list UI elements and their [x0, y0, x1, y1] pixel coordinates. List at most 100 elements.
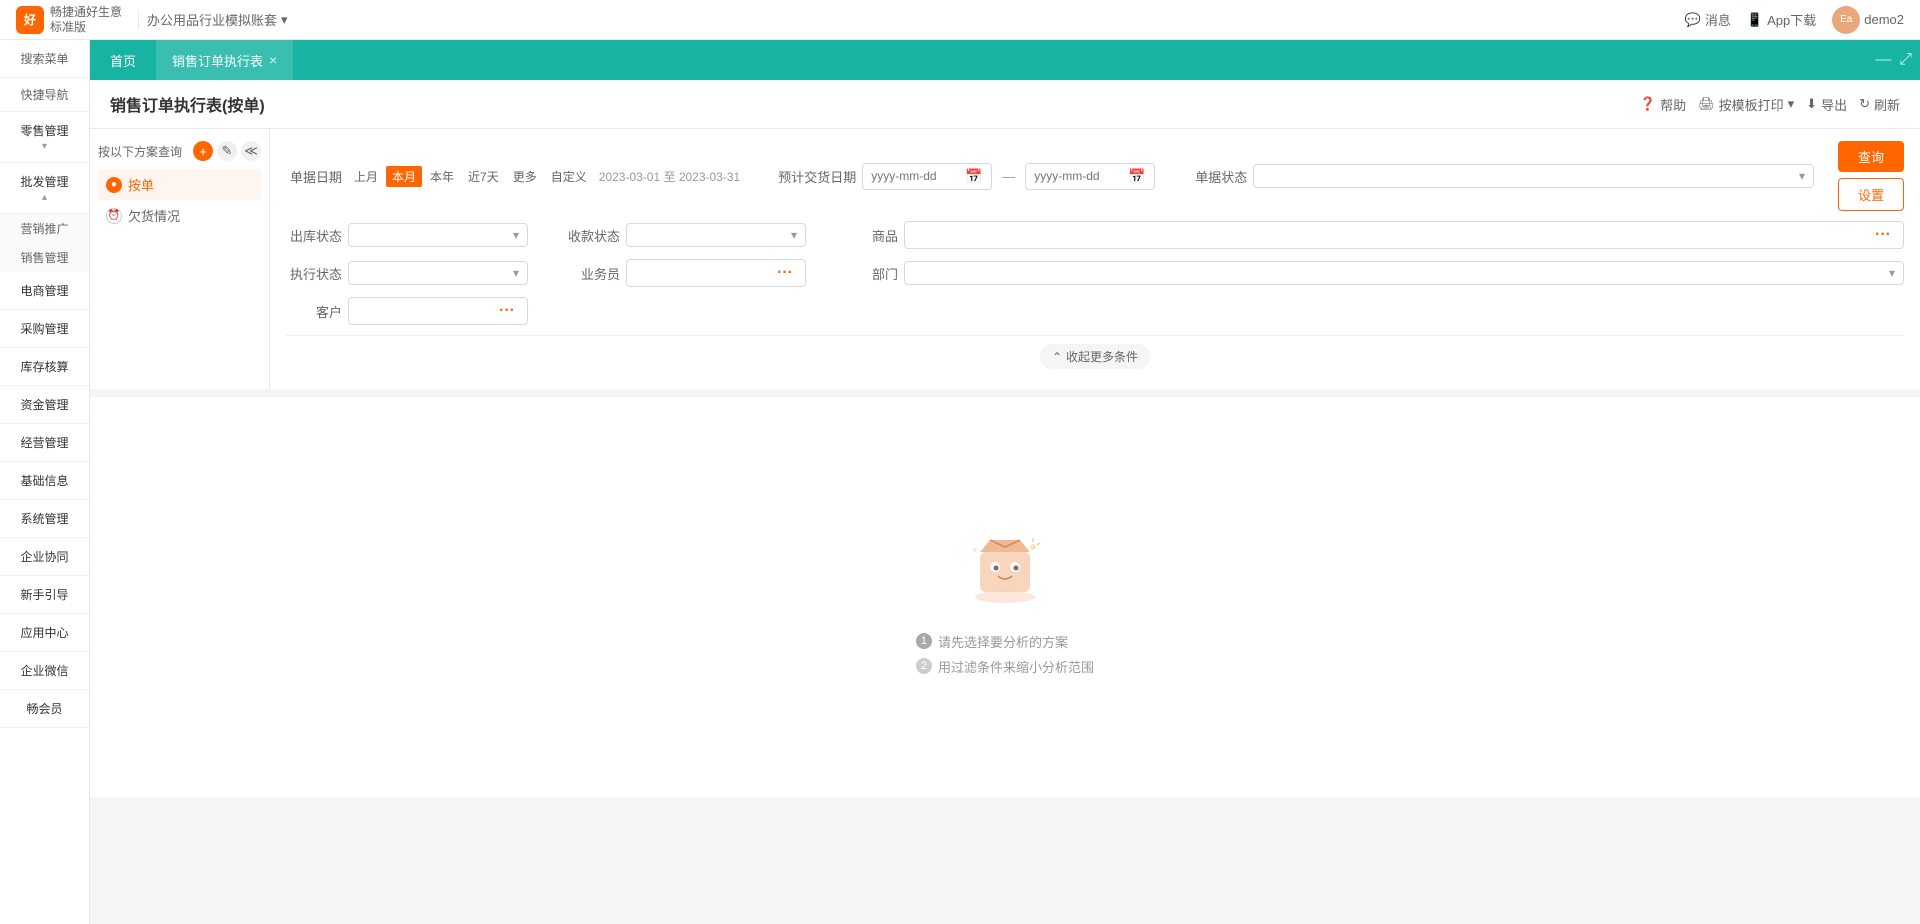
sidebar-item-wechat[interactable]: 企业微信	[0, 652, 89, 690]
product-select[interactable]: ···	[904, 221, 1904, 249]
download-icon: 📱	[1747, 12, 1763, 28]
date-tab-this-year[interactable]: 本年	[424, 166, 460, 187]
sidebar-item-wholesale[interactable]: 批发管理 ▴	[0, 163, 89, 214]
scheme-add-btn[interactable]: +	[193, 141, 213, 161]
chevron-down-icon: ▾	[281, 12, 288, 28]
product-label: 商品	[842, 226, 898, 245]
sidebar-item-basic[interactable]: 基础信息	[0, 462, 89, 500]
sidebar-item-enterprise[interactable]: 企业协同	[0, 538, 89, 576]
sidebar-item-member[interactable]: 畅会员	[0, 690, 89, 728]
sidebar-item-sales[interactable]: 销售管理	[0, 243, 89, 272]
exec-status-chevron: ▾	[513, 266, 519, 280]
date-tab-more[interactable]: 更多	[507, 166, 543, 187]
tab-active[interactable]: 销售订单执行表 ×	[156, 40, 293, 80]
date-to-input-wrap[interactable]: 📅	[1025, 163, 1155, 190]
active-tab-label: 销售订单执行表	[172, 51, 263, 70]
product-dots-icon[interactable]: ···	[1871, 226, 1895, 244]
tabbar: 首页 销售订单执行表 × — ⤢	[90, 40, 1920, 80]
filter-group-dept: 部门 ▾	[842, 261, 1904, 285]
dept-select[interactable]: ▾	[904, 261, 1904, 285]
print-chevron-icon: ▾	[1788, 96, 1795, 112]
user-profile[interactable]: Ea demo2	[1832, 6, 1904, 34]
date-to-input[interactable]	[1034, 169, 1124, 183]
print-icon: 🖨	[1698, 96, 1715, 112]
sidebar-item-appcenter[interactable]: 应用中心	[0, 614, 89, 652]
page-header-actions: ❓ 帮助 🖨 按模板打印 ▾ ⬇ 导出 ↻ 刷新	[1640, 95, 1900, 114]
date-label: 单据日期	[286, 167, 342, 186]
date-tab-this-month[interactable]: 本月	[386, 166, 422, 187]
date-from-input-wrap[interactable]: 📅	[862, 163, 992, 190]
sidebar-item-retail[interactable]: 零售管理 ▾	[0, 112, 89, 163]
filter-row-3: 执行状态 ▾ 业务员 ···	[286, 259, 1904, 287]
sidebar-item-finance[interactable]: 资金管理	[0, 386, 89, 424]
export-btn[interactable]: ⬇ 导出	[1806, 95, 1847, 114]
help-icon: ❓	[1640, 96, 1656, 112]
sidebar-item-purchase[interactable]: 采购管理	[0, 310, 89, 348]
setting-btn[interactable]: 设置	[1838, 178, 1904, 211]
refresh-btn[interactable]: ↻ 刷新	[1859, 95, 1900, 114]
sidebar-item-system[interactable]: 系统管理	[0, 500, 89, 538]
topbar: 好 畅捷通好生意 标准版 办公用品行业模拟账套 ▾ 💬 消息 📱 App下载 E…	[0, 0, 1920, 40]
filter-group-expected-date: 预计交货日期 📅 — 📅	[776, 163, 1155, 190]
exec-status-select[interactable]: ▾	[348, 261, 528, 285]
filter-group-exec-status: 执行状态 ▾	[286, 261, 528, 285]
filter-group-out-status: 出库状态 ▾	[286, 223, 528, 247]
scheme-dot-icon: ●	[106, 177, 122, 193]
customer-dots-icon[interactable]: ···	[495, 302, 519, 320]
export-icon: ⬇	[1806, 96, 1817, 112]
help-btn[interactable]: ❓ 帮助	[1640, 95, 1686, 114]
date-tab-custom[interactable]: 自定义	[545, 166, 593, 187]
app-download-btn[interactable]: 📱 App下载	[1747, 10, 1816, 29]
out-status-select[interactable]: ▾	[348, 223, 528, 247]
filter-group-salesman: 业务员 ···	[564, 259, 806, 287]
expand-icon-retail: ▾	[42, 141, 47, 152]
tab-close-btn[interactable]: ×	[269, 52, 277, 68]
print-btn[interactable]: 🖨 按模板打印 ▾	[1698, 95, 1794, 114]
status-label: 单据状态	[1191, 167, 1247, 186]
customer-label: 客户	[286, 302, 342, 321]
message-btn[interactable]: 💬 消息	[1685, 10, 1731, 29]
customer-select[interactable]: ···	[348, 297, 528, 325]
page-header: 销售订单执行表(按单) ❓ 帮助 🖨 按模板打印 ▾ ⬇ 导出	[90, 80, 1920, 129]
tab-minimize-btn[interactable]: —	[1875, 51, 1891, 69]
empty-tips: 1 请先选择要分析的方案 2 用过滤条件来缩小分析范围	[916, 632, 1094, 682]
sidebar-item-marketing[interactable]: 营销推广	[0, 214, 89, 243]
collapse-btn[interactable]: ⌃ 收起更多条件	[1040, 344, 1150, 369]
logo-text: 畅捷通好生意 标准版	[50, 5, 122, 34]
sidebar-item-newbie[interactable]: 新手引导	[0, 576, 89, 614]
scheme-edit-btn[interactable]: ✎	[217, 141, 237, 161]
sidebar-item-inventory[interactable]: 库存核算	[0, 348, 89, 386]
sidebar-item-ecommerce[interactable]: 电商管理	[0, 272, 89, 310]
empty-tip-2: 2 用过滤条件来缩小分析范围	[916, 657, 1094, 676]
clock-icon: ⏰	[106, 208, 122, 224]
scheme-item-by-order[interactable]: ● 按单	[98, 169, 261, 200]
collapse-arrow-icon: ⌃	[1052, 350, 1062, 364]
page-selector[interactable]: 办公用品行业模拟账套 ▾	[138, 10, 296, 29]
scheme-item-by-debt[interactable]: ⏰ 欠货情况	[98, 200, 261, 231]
expected-date-label: 预计交货日期	[776, 167, 856, 186]
salesman-select[interactable]: ···	[626, 259, 806, 287]
sidebar-search[interactable]: 搜索菜单	[0, 40, 89, 78]
query-btn[interactable]: 查询	[1838, 141, 1904, 172]
sidebar-quick-nav[interactable]: 快捷导航	[0, 78, 89, 112]
calendar-from-icon[interactable]: 📅	[965, 168, 982, 185]
date-tab-prev-month[interactable]: 上月	[348, 166, 384, 187]
message-icon: 💬	[1685, 12, 1701, 28]
filter-group-status: 单据状态 ▾	[1191, 164, 1814, 188]
sidebar-item-operation[interactable]: 经营管理	[0, 424, 89, 462]
empty-illustration	[955, 512, 1055, 612]
tab-maximize-btn[interactable]: ⤢	[1899, 51, 1912, 69]
app-logo-icon: 好	[16, 6, 44, 34]
tab-home[interactable]: 首页	[90, 40, 156, 80]
collect-status-select[interactable]: ▾	[626, 223, 806, 247]
date-tab-last7[interactable]: 近7天	[462, 166, 505, 187]
exec-status-label: 执行状态	[286, 264, 342, 283]
salesman-dots-icon[interactable]: ···	[773, 264, 797, 282]
calendar-to-icon[interactable]: 📅	[1128, 168, 1145, 185]
status-select[interactable]: ▾	[1253, 164, 1814, 188]
date-from-input[interactable]	[871, 169, 961, 183]
dept-label: 部门	[842, 264, 898, 283]
scheme-collapse-btn[interactable]: ≪	[241, 141, 261, 161]
date-range-text: 2023-03-01 至 2023-03-31	[599, 168, 740, 185]
filter-group-collect-status: 收款状态 ▾	[564, 223, 806, 247]
